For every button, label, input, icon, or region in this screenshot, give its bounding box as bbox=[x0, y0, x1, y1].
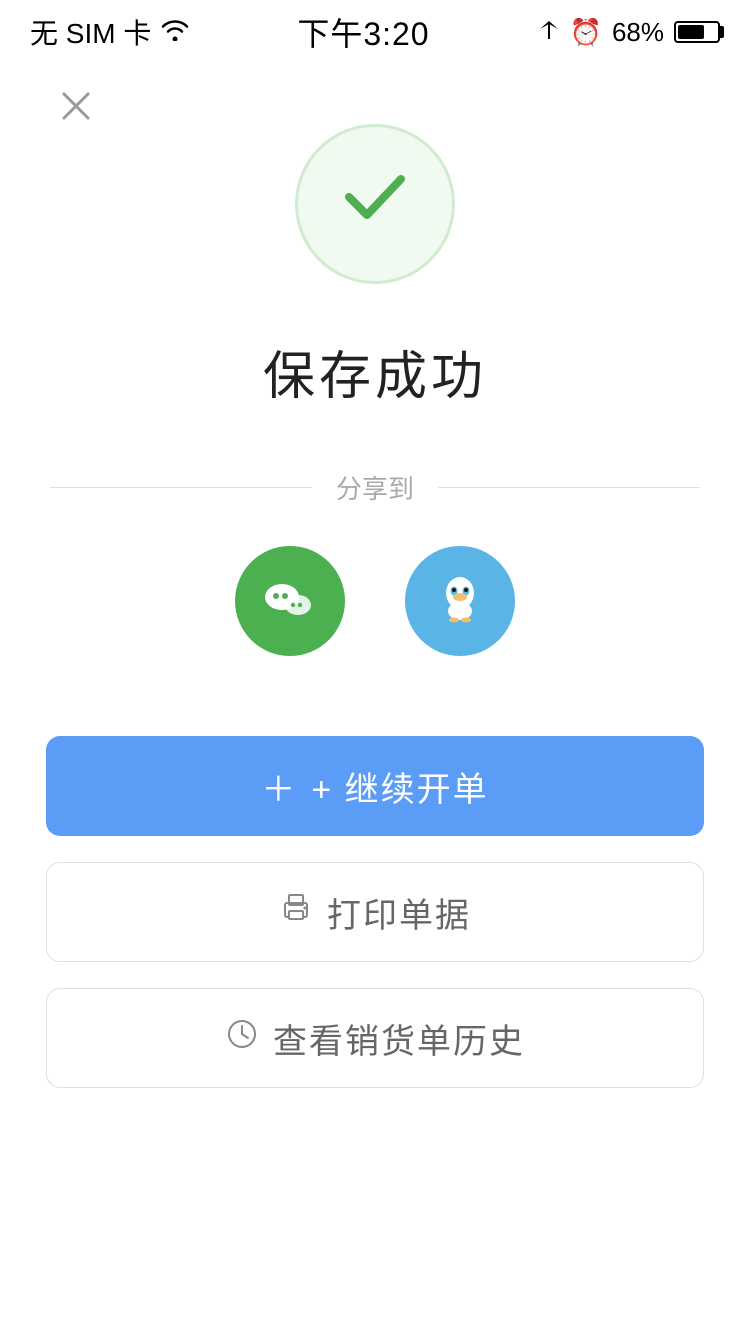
success-title: 保存成功 bbox=[263, 334, 487, 409]
qq-share-button[interactable] bbox=[405, 546, 515, 656]
print-label: 打印单据 bbox=[327, 888, 471, 937]
share-divider: 分享到 bbox=[0, 469, 750, 506]
wifi-icon bbox=[161, 16, 189, 48]
wechat-share-button[interactable] bbox=[235, 546, 345, 656]
checkmark-icon bbox=[335, 155, 415, 248]
main-content: 保存成功 分享到 bbox=[0, 64, 750, 1088]
share-icons-container bbox=[235, 546, 515, 656]
status-left: 无 SIM 卡 bbox=[30, 12, 189, 52]
divider-line-left bbox=[50, 487, 312, 488]
continue-label: + 继续开单 bbox=[311, 762, 488, 811]
clock-icon bbox=[225, 1017, 259, 1060]
history-button[interactable]: 查看销货单历史 bbox=[46, 988, 704, 1088]
battery-text: 68% bbox=[612, 17, 664, 48]
history-label: 查看销货单历史 bbox=[273, 1014, 525, 1063]
divider-line-right bbox=[438, 487, 700, 488]
share-label: 分享到 bbox=[312, 469, 438, 506]
status-bar: 无 SIM 卡 下午3:20 ⏰ 68% bbox=[0, 0, 750, 64]
action-buttons: ＋ + 继续开单 打印单据 查看销货单历史 bbox=[0, 736, 750, 1088]
status-right: ⏰ 68% bbox=[538, 17, 720, 48]
location-icon bbox=[538, 17, 560, 48]
alarm-icon: ⏰ bbox=[570, 17, 602, 48]
continue-button[interactable]: ＋ + 继续开单 bbox=[46, 736, 704, 836]
battery-icon bbox=[674, 21, 720, 43]
plus-icon: ＋ bbox=[261, 762, 297, 811]
no-sim-text: 无 SIM 卡 bbox=[30, 12, 151, 52]
status-time: 下午3:20 bbox=[297, 9, 429, 55]
print-icon bbox=[279, 891, 313, 934]
success-icon-circle bbox=[295, 124, 455, 284]
close-button[interactable] bbox=[50, 80, 102, 132]
print-button[interactable]: 打印单据 bbox=[46, 862, 704, 962]
